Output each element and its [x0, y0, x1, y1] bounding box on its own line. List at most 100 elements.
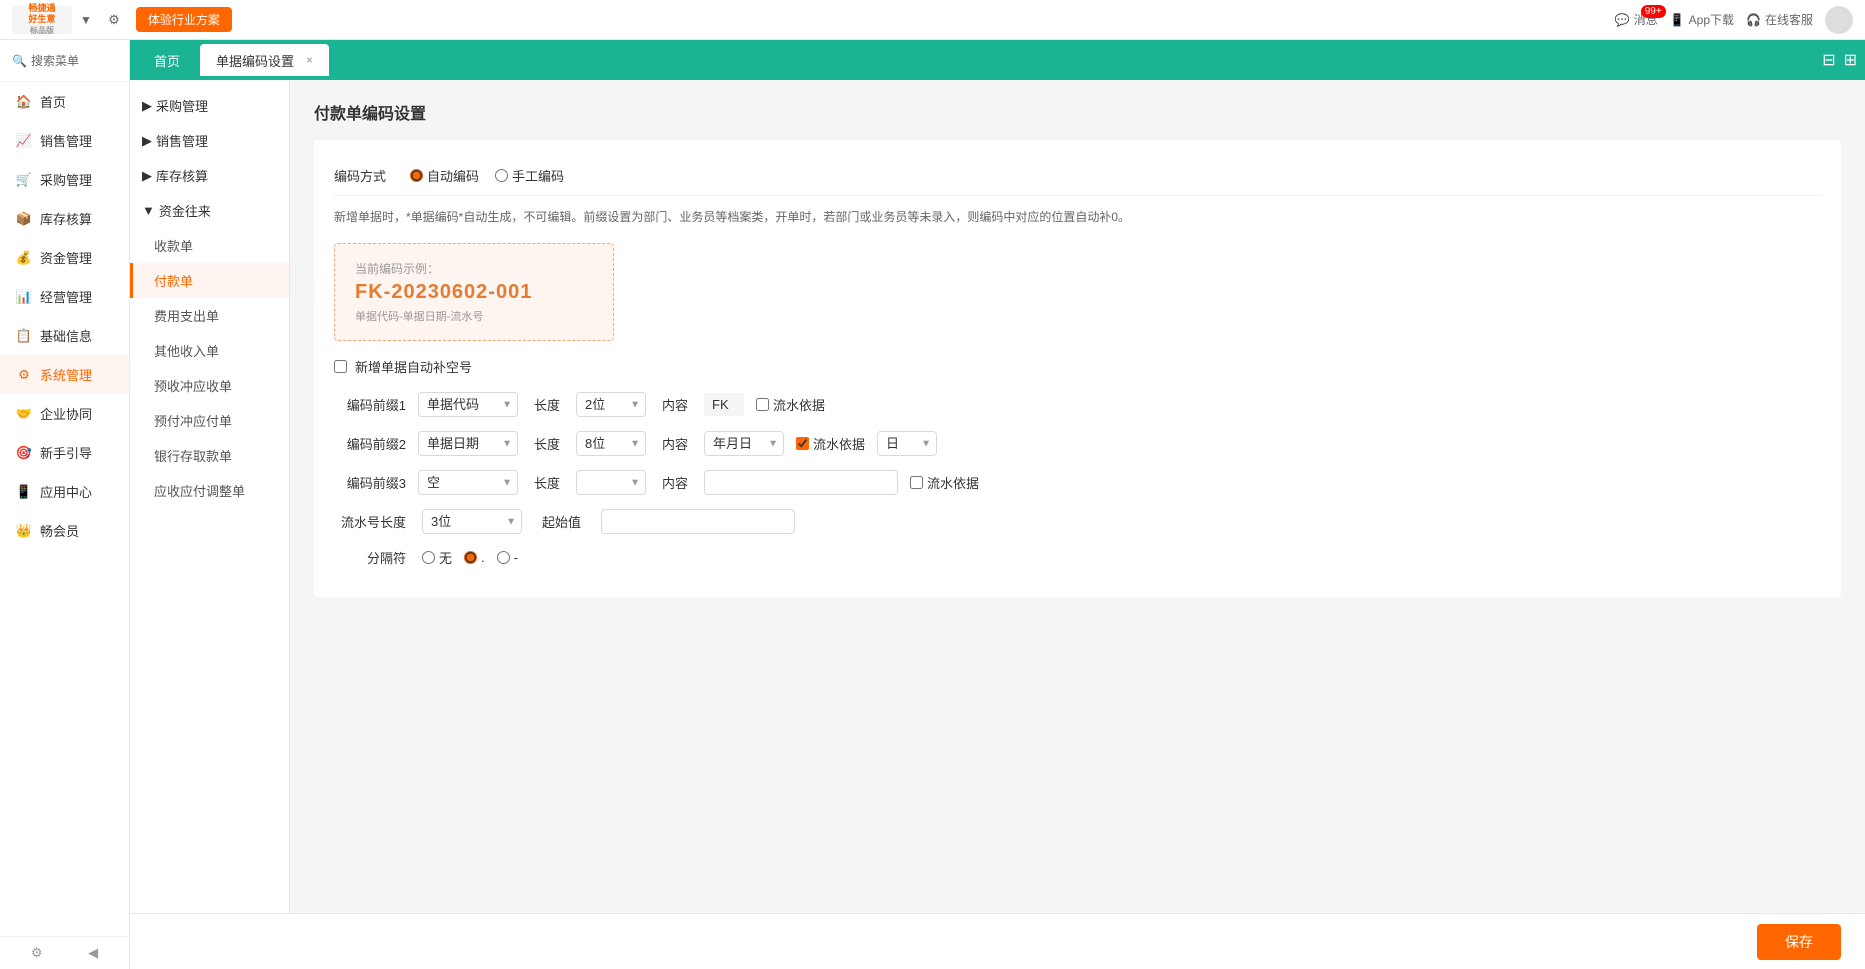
- length3-label: 长度: [534, 473, 560, 492]
- prefix2-select-wrapper: 单据日期 单据代码 空: [418, 431, 518, 456]
- tab-close-btn[interactable]: ×: [306, 53, 313, 67]
- serial2-unit-wrapper: 日 月 年: [877, 431, 937, 456]
- message-icon: 💬: [1615, 13, 1630, 27]
- sidebar-item-finance-label: 资金管理: [40, 248, 92, 267]
- service-icon: 🎧: [1746, 13, 1761, 27]
- sidebar-item-purchase[interactable]: 🛒 采购管理: [0, 160, 129, 199]
- content1-label: 内容: [662, 395, 688, 414]
- sidebar-item-guide[interactable]: 🎯 新手引导: [0, 433, 129, 472]
- nav-group-sales[interactable]: ▶ 销售管理: [130, 123, 289, 158]
- auto-fill-label: 新增单据自动补空号: [355, 357, 472, 376]
- code-method-row: 编码方式 自动编码 手工编码: [334, 156, 1821, 196]
- nav-item-pre-payment[interactable]: 预付冲应付单: [130, 403, 289, 438]
- sidebar-item-finance[interactable]: 💰 资金管理: [0, 238, 129, 277]
- nav-group-inventory-label: 库存核算: [156, 166, 208, 185]
- sidebar-item-operation-label: 经营管理: [40, 287, 92, 306]
- nav-item-receipt[interactable]: 收款单: [130, 228, 289, 263]
- page-content-row: ▶ 采购管理 ▶ 销售管理 ▶ 库存核算 ▼ 资金往来 收款单 付款单 费用支出…: [130, 80, 1865, 913]
- sidebar-settings-btn[interactable]: ⚙: [31, 945, 43, 961]
- sidebar-item-inventory[interactable]: 📦 库存核算: [0, 199, 129, 238]
- finance-icon: 💰: [16, 250, 32, 266]
- code-preview-box: 当前编码示例： FK-20230602-001 单据代码-单据日期-流水号: [334, 243, 614, 341]
- manual-code-option[interactable]: 手工编码: [495, 166, 564, 185]
- tab-active[interactable]: 单据编码设置 ×: [200, 44, 329, 76]
- auto-fill-checkbox[interactable]: [334, 360, 347, 373]
- nav-item-other-income[interactable]: 其他收入单: [130, 333, 289, 368]
- save-button[interactable]: 保存: [1757, 924, 1841, 960]
- sep-dot-radio[interactable]: [464, 551, 477, 564]
- length2-select-wrapper: 8位 6位 4位: [576, 431, 646, 456]
- separator-label: 分隔符: [334, 548, 406, 567]
- nav-group-finance[interactable]: ▼ 资金往来: [130, 193, 289, 228]
- page-main: 付款单编码设置 编码方式 自动编码 手工编码: [290, 80, 1865, 913]
- tab-home-label: 首页: [154, 51, 180, 70]
- nav-item-bank[interactable]: 银行存取款单: [130, 438, 289, 473]
- nav-item-adjust[interactable]: 应收应付调整单: [130, 473, 289, 508]
- serial1-checkbox-item[interactable]: 流水依据: [756, 395, 825, 414]
- tab-home[interactable]: 首页: [138, 44, 196, 76]
- content3-input[interactable]: [704, 470, 898, 495]
- settings-icon[interactable]: ⚙: [100, 6, 128, 34]
- sidebar-item-corp[interactable]: 🤝 企业协同: [0, 394, 129, 433]
- tab-maximize-icon[interactable]: ⊞: [1844, 50, 1857, 70]
- service-item[interactable]: 🎧 在线客服: [1746, 11, 1813, 28]
- avatar[interactable]: [1825, 6, 1853, 34]
- sidebar-item-home[interactable]: 🏠 首页: [0, 82, 129, 121]
- main-layout: 🔍 搜索菜单 🏠 首页 📈 销售管理 🛒 采购管理 📦 库存核算 �: [0, 40, 1865, 969]
- prefix2-row: 编码前缀2 单据日期 单据代码 空 长度 8位: [334, 431, 1821, 456]
- sidebar-nav: 🏠 首页 📈 销售管理 🛒 采购管理 📦 库存核算 💰 资金管理 📊 经: [0, 82, 129, 550]
- sep-none-radio[interactable]: [422, 551, 435, 564]
- sep-none-option[interactable]: 无: [422, 548, 452, 567]
- auto-code-option[interactable]: 自动编码: [410, 166, 479, 185]
- length3-select[interactable]: [576, 470, 646, 495]
- sidebar-item-basic[interactable]: 📋 基础信息: [0, 316, 129, 355]
- trial-button[interactable]: 体验行业方案: [136, 7, 232, 32]
- app-download-item[interactable]: 📱 App下载: [1670, 11, 1734, 28]
- sep-dash-label: -: [514, 550, 518, 565]
- nav-group-finance-arrow: ▼: [142, 203, 155, 218]
- separator-row: 分隔符 无 . -: [334, 548, 1821, 567]
- serial-length-select-wrapper: 3位 4位 5位: [422, 509, 522, 534]
- tab-bar: 首页 单据编码设置 × ⊟ ⊞: [130, 40, 1865, 80]
- nav-group-inventory[interactable]: ▶ 库存核算: [130, 158, 289, 193]
- sidebar-item-system[interactable]: ⚙ 系统管理: [0, 355, 129, 394]
- serial2-unit-select[interactable]: 日 月 年: [877, 431, 937, 456]
- prefix3-select[interactable]: 空 单据代码 单据日期: [418, 470, 518, 495]
- serial1-checkbox[interactable]: [756, 398, 769, 411]
- prefix1-select[interactable]: 单据代码 单据日期 空: [418, 392, 518, 417]
- prefix2-select[interactable]: 单据日期 单据代码 空: [418, 431, 518, 456]
- length1-select[interactable]: 2位 3位 4位: [576, 392, 646, 417]
- sidebar-item-app[interactable]: 📱 应用中心: [0, 472, 129, 511]
- sep-dot-label: .: [481, 550, 485, 565]
- nav-group-purchase[interactable]: ▶ 采购管理: [130, 88, 289, 123]
- start-value-input[interactable]: 1: [601, 509, 795, 534]
- nav-item-pre-receipt[interactable]: 预收冲应收单: [130, 368, 289, 403]
- manual-code-radio[interactable]: [495, 169, 508, 182]
- sep-dash-option[interactable]: -: [497, 550, 518, 565]
- serial-length-select[interactable]: 3位 4位 5位: [422, 509, 522, 534]
- search-menu-btn[interactable]: 🔍 搜索菜单: [8, 48, 121, 73]
- sidebar-item-inventory-label: 库存核算: [40, 209, 92, 228]
- serial3-checkbox-item[interactable]: 流水依据: [910, 473, 979, 492]
- sidebar-item-member[interactable]: 👑 畅会员: [0, 511, 129, 550]
- length2-select[interactable]: 8位 6位 4位: [576, 431, 646, 456]
- length3-select-wrapper: [576, 470, 646, 495]
- sep-none-label: 无: [439, 548, 452, 567]
- sidebar-item-operation[interactable]: 📊 经营管理: [0, 277, 129, 316]
- sidebar-collapse-btn[interactable]: ◀: [88, 945, 98, 961]
- dropdown-btn[interactable]: ▼: [80, 13, 92, 27]
- auto-code-radio[interactable]: [410, 169, 423, 182]
- inventory-icon: 📦: [16, 211, 32, 227]
- sep-dash-radio[interactable]: [497, 551, 510, 564]
- serial3-checkbox[interactable]: [910, 476, 923, 489]
- sep-dot-option[interactable]: .: [464, 550, 485, 565]
- serial2-checkbox-item[interactable]: 流水依据: [796, 434, 865, 453]
- content2-select[interactable]: 年月日 年月 年: [704, 431, 784, 456]
- content2-label: 内容: [662, 434, 688, 453]
- tab-minimize-icon[interactable]: ⊟: [1822, 50, 1835, 70]
- serial2-checkbox[interactable]: [796, 437, 809, 450]
- nav-item-expense[interactable]: 费用支出单: [130, 298, 289, 333]
- message-icon-item[interactable]: 💬 消息 99+: [1615, 11, 1658, 28]
- nav-item-payment[interactable]: 付款单: [130, 263, 289, 298]
- sidebar-item-sales[interactable]: 📈 销售管理: [0, 121, 129, 160]
